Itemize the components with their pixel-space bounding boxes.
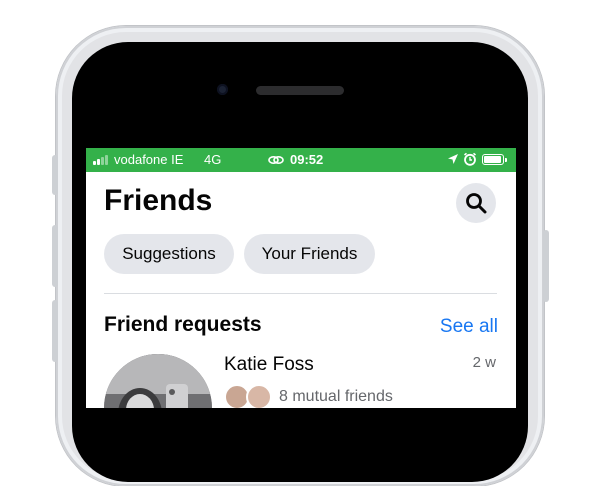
mute-switch (52, 155, 58, 195)
friend-requests-heading: Friend requests (104, 313, 262, 336)
carrier-name: vodafone IE (114, 152, 184, 167)
suggestions-tab[interactable]: Suggestions (104, 234, 234, 274)
mutual-friends-avatars (224, 384, 276, 408)
app-screen: vodafone IE 4G 09:52 Friends Suggestions… (86, 148, 516, 408)
front-camera (217, 84, 228, 95)
search-icon (466, 193, 487, 214)
earpiece-speaker (256, 86, 344, 95)
power-button (543, 230, 549, 302)
volume-down-button (52, 300, 58, 362)
mutual-friends-count: 8 mutual friends (279, 388, 393, 405)
network-type: 4G (204, 152, 222, 167)
your-friends-tab[interactable]: Your Friends (244, 234, 375, 274)
clock-time: 09:52 (290, 152, 324, 167)
requester-name[interactable]: Katie Foss (224, 354, 314, 376)
section-divider (104, 293, 497, 294)
link-icon (268, 153, 284, 170)
location-icon (447, 153, 459, 168)
request-time: 2 w (472, 354, 496, 371)
avatar (246, 384, 272, 408)
volume-up-button (52, 225, 58, 287)
signal-icon (93, 155, 108, 165)
see-all-link[interactable]: See all (440, 316, 498, 338)
alarm-icon (463, 152, 477, 169)
battery-icon (482, 154, 507, 165)
status-bar: vodafone IE 4G 09:52 (86, 148, 516, 172)
page-title: Friends (104, 184, 213, 217)
search-button[interactable] (456, 183, 496, 223)
